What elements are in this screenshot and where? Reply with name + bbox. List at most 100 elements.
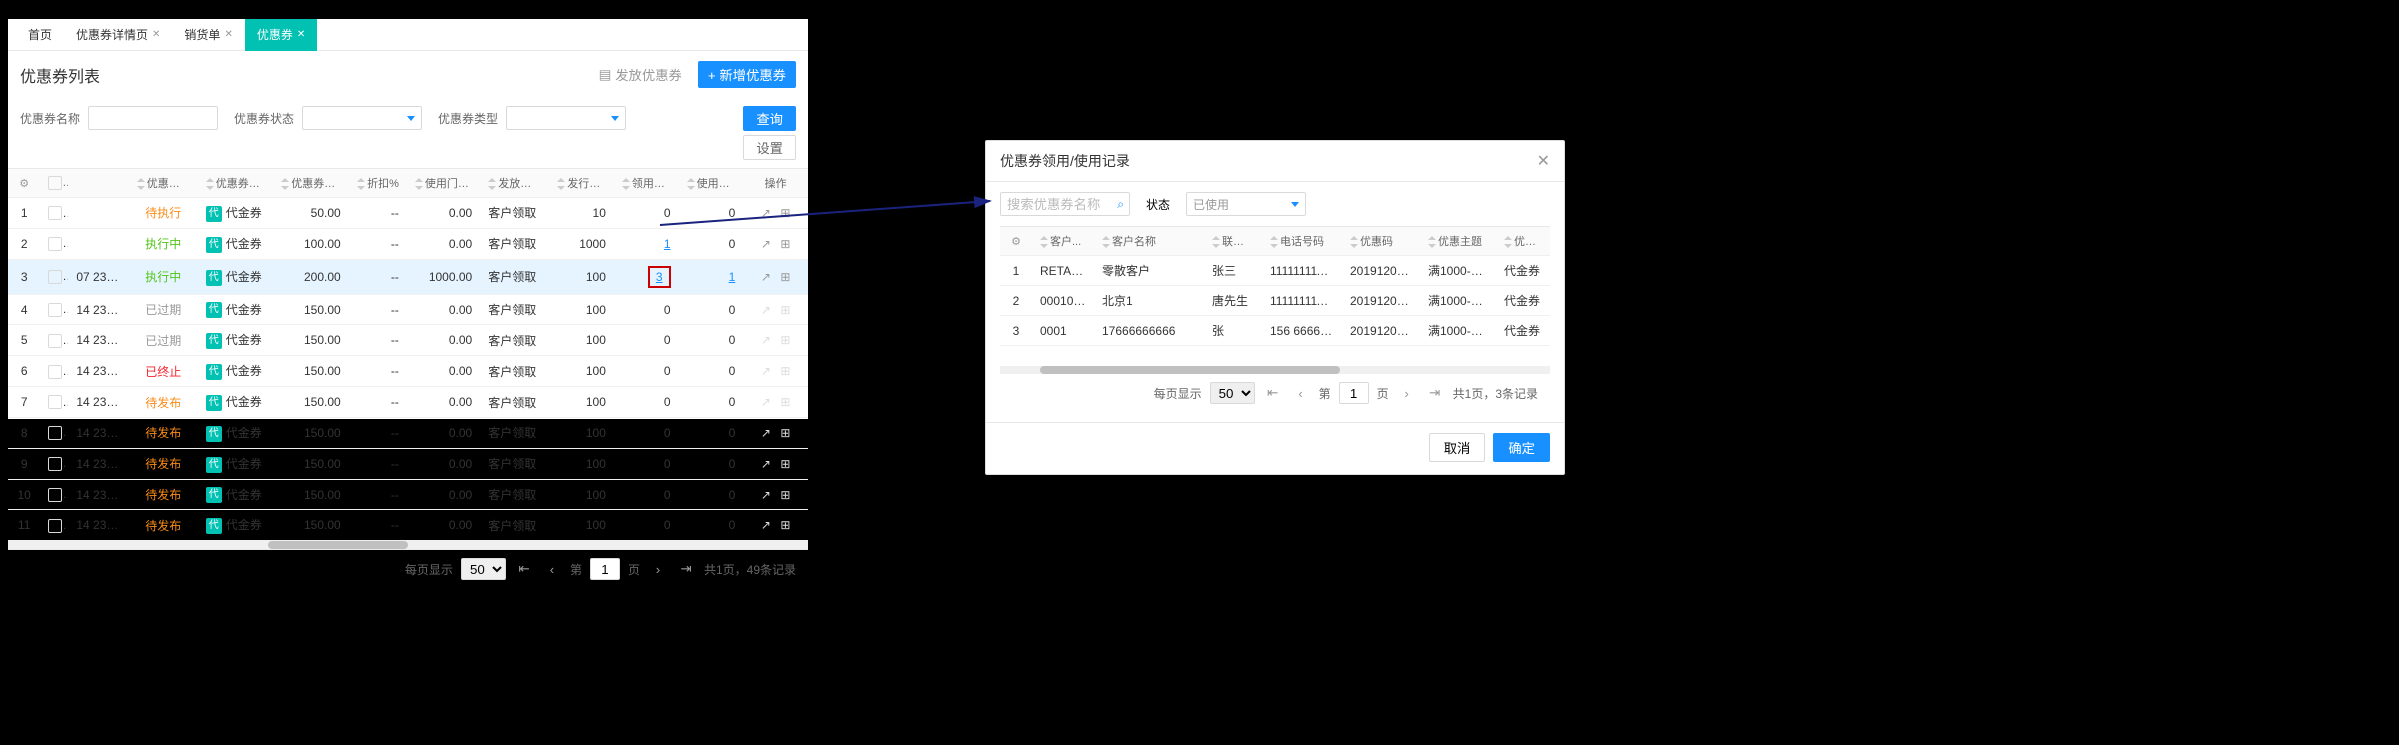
row-number: 9 [8,448,40,479]
close-icon[interactable]: ✕ [1537,151,1550,171]
filter-type: 优惠券类型 [438,106,626,130]
table-row[interactable]: 5 14 23:59 已过期 代代金券 150.00 -- 0.00 客户领取 … [8,325,808,356]
row-checkbox[interactable] [48,334,62,348]
search-input[interactable] [1000,192,1130,216]
tab-home[interactable]: 首页 [16,19,64,51]
table-row[interactable]: 2 00010001 北京1 唐先生 11111111111 2019120 7… [1000,286,1550,316]
row-checkbox[interactable] [48,457,62,471]
col-coupon-type[interactable]: 优惠券类 [1496,227,1550,256]
close-icon[interactable]: ✕ [224,19,232,51]
table-row[interactable]: 1 待执行 代代金券 50.00 -- 0.00 客户领取 10 0 0 ↗ ⊞ [8,198,808,229]
row-checkbox[interactable] [48,426,62,440]
col-contact[interactable]: 联系人 [1204,227,1262,256]
search-icon[interactable]: ⌕ [1117,197,1124,212]
customer-name: 17666666666 [1094,316,1204,346]
prev-page-button[interactable]: ‹ [1291,383,1311,403]
row-checkbox[interactable] [48,206,62,220]
confirm-button[interactable]: 确定 [1493,433,1550,462]
table-row[interactable]: 8 14 23:59 待发布 代代金券 150.00 -- 0.00 客户领取 … [8,417,808,448]
col-status[interactable]: 优惠券状态 [129,169,198,198]
qrcode-icon[interactable]: ⊞ [780,206,790,220]
table-row[interactable]: 1 RETAIL... 零散客户 张三 11111111111 2019120 … [1000,256,1550,286]
settings-button[interactable]: 设置 [743,135,796,160]
qrcode-icon[interactable]: ⊞ [780,270,790,284]
coupon-code: 2019120 70... [1342,316,1420,346]
page-title: 优惠券列表 [20,63,100,87]
sort-icon [488,178,496,190]
col-dist-method[interactable]: 发放方式 [480,169,549,198]
receive-qty: 3 [614,259,679,294]
next-page-button[interactable]: › [648,559,668,579]
scrollbar-thumb[interactable] [1040,366,1340,374]
table-row[interactable]: 7 14 23:59 待发布 代代金券 150.00 -- 0.00 客户领取 … [8,387,808,418]
col-use-qty[interactable]: 使用数量 [679,169,744,198]
row-checkbox[interactable] [48,270,62,284]
type-select[interactable] [506,106,626,130]
tab-label: 首页 [28,19,52,51]
col-customer-code[interactable]: 客户... [1032,227,1094,256]
row-checkbox[interactable] [48,488,62,502]
page-number-input[interactable] [590,558,620,580]
coupon-name-input[interactable] [88,106,218,130]
table-row[interactable]: 10 14 23:59 待发布 代代金券 150.00 -- 0.00 客户领取… [8,479,808,510]
table-row[interactable]: 3 0001 17666666666 张 156 6666 6... 20191… [1000,316,1550,346]
first-page-button[interactable]: ⇤ [1263,383,1283,403]
table-row[interactable]: 6 14 23:59 已终止 代代金券 150.00 -- 0.00 客户领取 … [8,356,808,387]
table-row[interactable]: 3 07 23:59 执行中 代代金券 200.00 -- 1000.00 客户… [8,259,808,294]
first-page-button[interactable]: ⇤ [514,559,534,579]
row-checkbox[interactable] [48,365,62,379]
col-customer-name[interactable]: 客户名称 [1094,227,1204,256]
cancel-button[interactable]: 取消 [1429,433,1486,462]
table-row[interactable]: 4 14 23:59 已过期 代代金券 150.00 -- 0.00 客户领取 … [8,294,808,325]
row-checkbox[interactable] [48,519,62,533]
per-page-select[interactable]: 50 [461,558,506,580]
add-coupon-button[interactable]: + 新增优惠券 [698,61,796,88]
tab-coupon-detail[interactable]: 优惠券详情页✕ [64,19,172,51]
qrcode-icon[interactable]: ⊞ [780,237,790,251]
col-face-value[interactable]: 优惠券面值 [273,169,348,198]
receive-count-link[interactable]: 1 [664,237,671,251]
col-coupon-topic[interactable]: 优惠主题 [1420,227,1496,256]
tab-sales-order[interactable]: 销货单✕ [172,19,244,51]
status-select[interactable]: 已使用 [1186,192,1306,216]
col-coupon-code[interactable]: 优惠码 [1342,227,1420,256]
share-icon[interactable]: ↗ [761,270,771,284]
close-icon[interactable]: ✕ [152,19,160,51]
col-receive-qty[interactable]: 领用数量 [614,169,679,198]
scrollbar-thumb[interactable] [268,541,408,549]
row-checkbox[interactable] [48,237,62,251]
close-icon[interactable]: ✕ [297,19,305,51]
horizontal-scrollbar[interactable] [1000,366,1550,374]
col-phone[interactable]: 电话号码 [1262,227,1342,256]
share-icon[interactable]: ↗ [761,237,771,251]
status-badge: 待发布 [145,426,181,440]
col-issue-qty[interactable]: 发行数量 [549,169,614,198]
share-icon[interactable]: ↗ [761,206,771,220]
tab-coupon[interactable]: 优惠券✕ [245,19,317,51]
last-page-button[interactable]: ⇥ [1425,383,1445,403]
horizontal-scrollbar[interactable] [8,541,808,549]
coupon-type-cell: 代代金券 [198,448,273,479]
gear-icon[interactable]: ⚙ [19,178,29,190]
table-row[interactable]: 2 执行中 代代金券 100.00 -- 0.00 客户领取 1000 1 0 … [8,228,808,259]
select-all-checkbox[interactable] [48,176,62,190]
prev-page-button[interactable]: ‹ [542,559,562,579]
table-row[interactable]: 11 14 23:59 待发布 代代金券 150.00 -- 0.00 客户领取… [8,510,808,541]
next-page-button[interactable]: › [1397,383,1417,403]
receive-count-link[interactable]: 3 [656,270,663,284]
row-checkbox[interactable] [48,395,62,409]
distribute-coupon-button[interactable]: ▤发放优惠券 [591,61,690,88]
per-page-select[interactable]: 50 [1210,382,1255,404]
col-discount[interactable]: 折扣% [349,169,407,198]
gear-icon[interactable]: ⚙ [1011,236,1021,248]
table-row[interactable]: 9 14 23:59 待发布 代代金券 150.00 -- 0.00 客户领取 … [8,448,808,479]
last-page-button[interactable]: ⇥ [676,559,696,579]
status-select[interactable] [302,106,422,130]
page-number-input[interactable] [1339,382,1369,404]
use-count-link[interactable]: 1 [729,270,736,284]
row-checkbox[interactable] [48,303,62,317]
col-threshold[interactable]: 使用门槛... [407,169,480,198]
col-type[interactable]: 优惠券类型 [198,169,273,198]
query-button[interactable]: 查询 [743,106,796,131]
discount: -- [349,479,407,510]
